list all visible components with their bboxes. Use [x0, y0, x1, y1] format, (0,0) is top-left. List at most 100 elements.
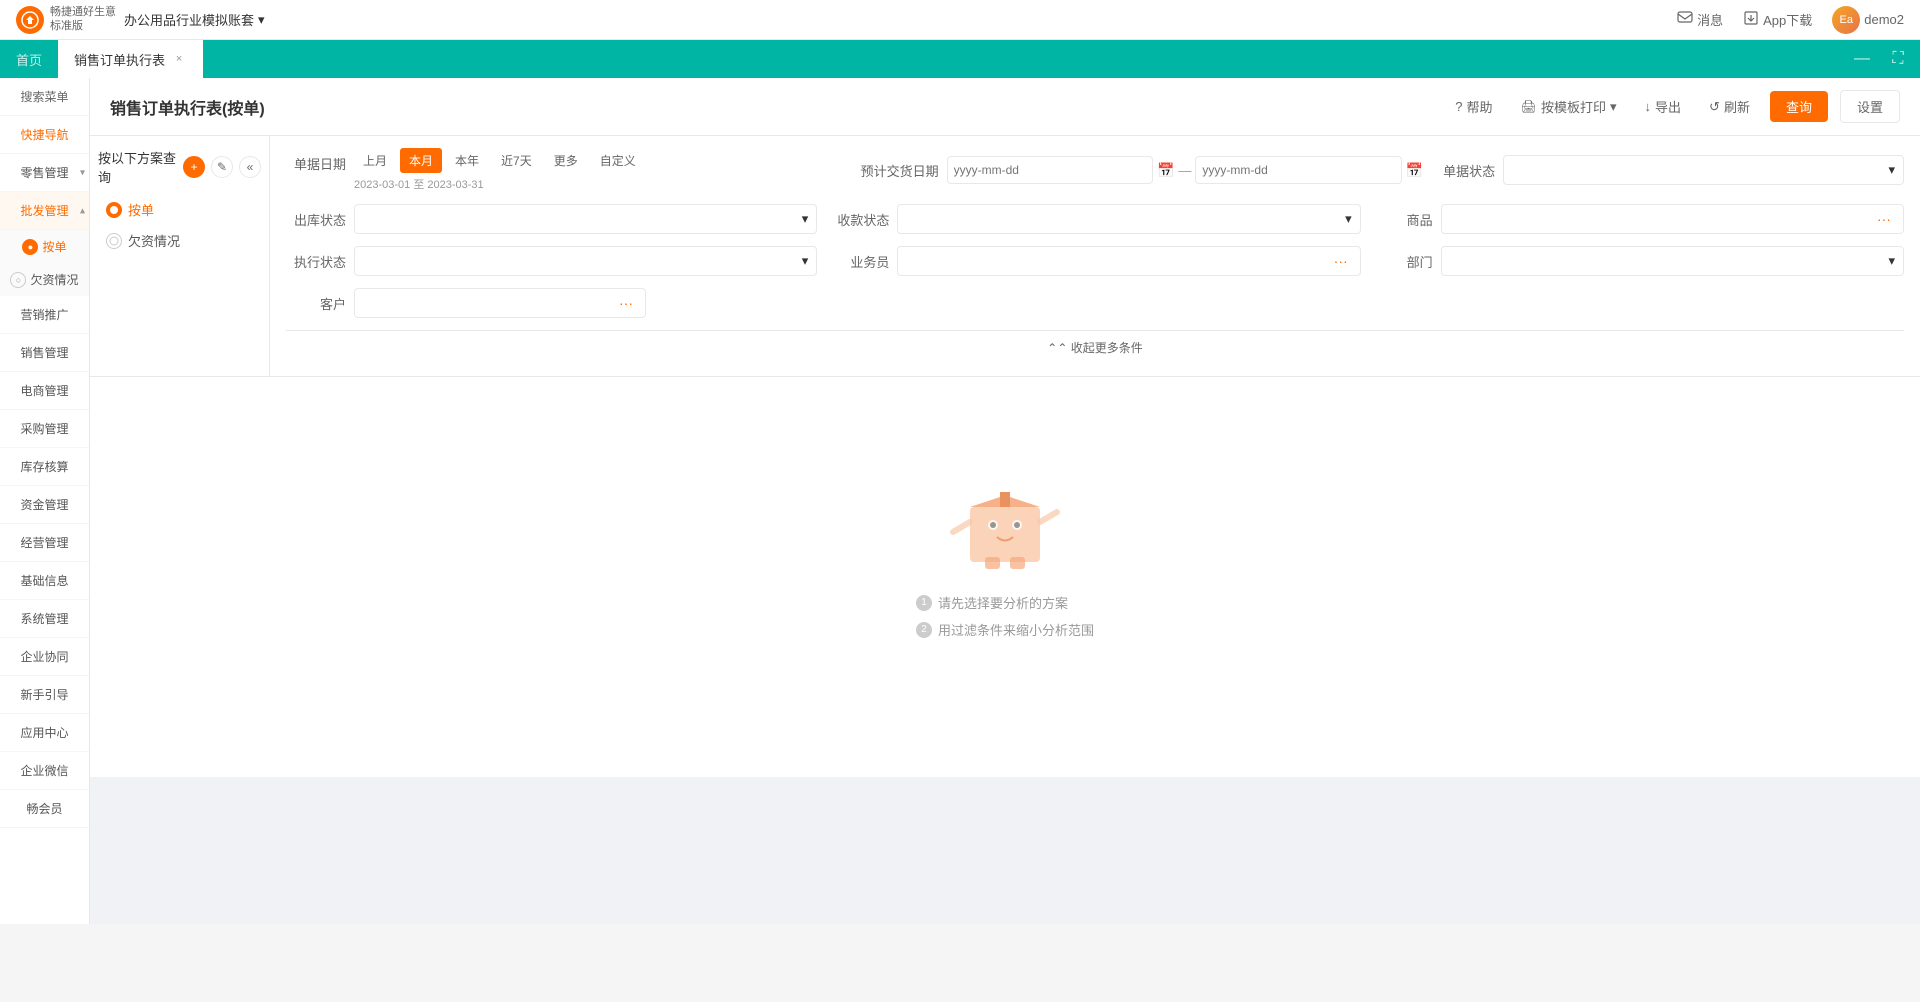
sidebar-item-enterprise[interactable]: 企业协同: [0, 638, 89, 676]
message-icon: [1677, 10, 1693, 29]
nav-inactive-dot: [106, 233, 122, 249]
header-left: 畅捷通好生意 标准版 办公用品行业模拟账套 ▾: [16, 6, 265, 34]
filter-panel: 按以下方案查询 + ✎ « 按单 欠资情况: [90, 136, 1920, 377]
expected-date-to[interactable]: [1195, 156, 1401, 184]
sidebar-quick-nav[interactable]: 快捷导航: [0, 116, 89, 154]
settings-button[interactable]: 设置: [1840, 90, 1900, 123]
tab-close-icon[interactable]: ×: [171, 51, 187, 67]
sidebar-item-finance[interactable]: 资金管理: [0, 486, 89, 524]
inactive-dot: ○: [10, 272, 26, 288]
expected-date-field: 预计交货日期 📅 — 📅: [861, 156, 1424, 184]
filter-nav-arrears[interactable]: 欠资情况: [98, 225, 261, 256]
doc-status-select[interactable]: ▾: [1503, 155, 1904, 185]
salesperson-input-area[interactable]: ···: [897, 246, 1360, 276]
header-right: 消息 App下载 Ea demo2: [1677, 6, 1904, 34]
edit-scheme-button[interactable]: ✎: [211, 156, 233, 178]
doc-status-field: 单据状态 ▾: [1435, 155, 1904, 185]
filter-left: 按以下方案查询 + ✎ « 按单 欠资情况: [90, 136, 270, 376]
refresh-button[interactable]: ↺ 刷新: [1701, 93, 1758, 120]
customer-input-area[interactable]: ···: [354, 288, 646, 318]
sidebar-item-basic[interactable]: 基础信息: [0, 562, 89, 600]
select-chevron-icon2: ▾: [802, 211, 809, 227]
date-field: 单据日期 上月 本月 本年 近7天 更多 自定义 2023-03-01 至 20…: [286, 148, 849, 192]
customer-more-icon[interactable]: ···: [615, 295, 637, 311]
sidebar-item-newbie[interactable]: 新手引导: [0, 676, 89, 714]
print-button[interactable]: 🖨 按模板打印 ▾: [1512, 93, 1624, 120]
filter-nav-press[interactable]: 按单: [98, 194, 261, 225]
add-scheme-button[interactable]: +: [183, 156, 205, 178]
sidebar-item-corp-wechat[interactable]: 企业微信: [0, 752, 89, 790]
logo-area: 畅捷通好生意 标准版: [16, 6, 116, 34]
empty-state: 1 请先选择要分析的方案 2 用过滤条件来缩小分析范围: [90, 377, 1920, 719]
date-last-month[interactable]: 上月: [354, 148, 396, 173]
empty-hints: 1 请先选择要分析的方案 2 用过滤条件来缩小分析范围: [916, 593, 1094, 639]
tab-sales-exec[interactable]: 销售订单执行表 ×: [58, 40, 203, 78]
salesperson-more-icon[interactable]: ···: [1330, 253, 1352, 269]
download-icon: [1743, 10, 1759, 29]
minimize-icon[interactable]: —: [1848, 45, 1876, 73]
calendar-icon-from[interactable]: 📅: [1157, 162, 1174, 179]
sidebar-item-sales-mgr[interactable]: 销售管理: [0, 334, 89, 372]
sidebar-sub-arrears[interactable]: ○ 欠资情况: [0, 263, 89, 296]
sidebar-item-members[interactable]: 畅会员: [0, 790, 89, 828]
date-buttons: 上月 本月 本年 近7天 更多 自定义: [354, 148, 849, 173]
empty-hint-1: 1 请先选择要分析的方案: [916, 593, 1094, 612]
sidebar: 搜索菜单 快捷导航 零售管理 ▾ 批发管理 ▴ ● 按单 ○ 欠资情况 营销推广…: [0, 78, 90, 924]
sidebar-sub-press-list[interactable]: ● 按单: [0, 230, 89, 263]
date-more[interactable]: 更多: [545, 148, 587, 173]
sidebar-item-appstore[interactable]: 应用中心: [0, 714, 89, 752]
help-button[interactable]: ? 帮助: [1447, 93, 1500, 120]
empty-hint-2: 2 用过滤条件来缩小分析范围: [916, 620, 1094, 639]
dept-field: 部门 ▾: [1373, 246, 1904, 276]
date-7days[interactable]: 近7天: [492, 148, 541, 173]
user-profile[interactable]: Ea demo2: [1832, 6, 1904, 34]
sidebar-item-inventory[interactable]: 库存核算: [0, 448, 89, 486]
logo-text: 畅捷通好生意 标准版: [50, 6, 116, 32]
dept-select[interactable]: ▾: [1441, 246, 1904, 276]
date-this-month[interactable]: 本月: [400, 148, 442, 173]
date-this-year[interactable]: 本年: [446, 148, 488, 173]
calendar-icon-to[interactable]: 📅: [1406, 162, 1423, 179]
page-header: 销售订单执行表(按单) ? 帮助 🖨 按模板打印 ▾ ↓ 导出 ↺ 刷新 查询 …: [90, 78, 1920, 136]
sidebar-item-operation[interactable]: 经营管理: [0, 524, 89, 562]
chevron-down-icon: ▾: [258, 12, 265, 28]
main-content: 销售订单执行表(按单) ? 帮助 🖨 按模板打印 ▾ ↓ 导出 ↺ 刷新 查询 …: [90, 78, 1920, 924]
payment-status-select[interactable]: ▾: [897, 204, 1360, 234]
export-button[interactable]: ↓ 导出: [1637, 93, 1690, 120]
results-area: 1 请先选择要分析的方案 2 用过滤条件来缩小分析范围: [90, 377, 1920, 777]
collapse-btn[interactable]: ⌃⌃ 收起更多条件: [286, 330, 1904, 364]
ship-status-select[interactable]: ▾: [354, 204, 817, 234]
collapse-left-button[interactable]: «: [239, 156, 261, 178]
sidebar-item-wholesale[interactable]: 批发管理 ▴: [0, 192, 89, 230]
exec-status-select[interactable]: ▾: [354, 246, 817, 276]
sidebar-item-purchase[interactable]: 采购管理: [0, 410, 89, 448]
maximize-icon[interactable]: ⛶: [1884, 45, 1912, 73]
top-header: 畅捷通好生意 标准版 办公用品行业模拟账套 ▾ 消息: [0, 0, 1920, 40]
sidebar-item-retail[interactable]: 零售管理 ▾: [0, 154, 89, 192]
chevron-up-icon: ▴: [80, 205, 85, 216]
product-more-icon[interactable]: ···: [1873, 211, 1895, 227]
select-chevron-icon3: ▾: [1345, 211, 1352, 227]
filter-form: 单据日期 上月 本月 本年 近7天 更多 自定义 2023-03-01 至 20…: [270, 136, 1920, 376]
empty-illustration: [945, 457, 1065, 577]
customer-field: 客户 ···: [286, 288, 646, 318]
date-custom[interactable]: 自定义: [591, 148, 645, 173]
refresh-icon: ↺: [1709, 99, 1720, 115]
message-action[interactable]: 消息: [1677, 10, 1723, 29]
query-button[interactable]: 查询: [1770, 91, 1828, 122]
product-input-area[interactable]: ···: [1441, 204, 1904, 234]
sidebar-item-marketing[interactable]: 营销推广: [0, 296, 89, 334]
expected-date-from[interactable]: [947, 156, 1153, 184]
app-selector[interactable]: 办公用品行业模拟账套 ▾: [124, 10, 265, 29]
filter-row-3: 执行状态 ▾ 业务员 ··· 部门 ▾: [286, 246, 1904, 276]
sidebar-item-ecommerce[interactable]: 电商管理: [0, 372, 89, 410]
filter-row-1: 单据日期 上月 本月 本年 近7天 更多 自定义 2023-03-01 至 20…: [286, 148, 1904, 192]
sidebar-search[interactable]: 搜索菜单: [0, 78, 89, 116]
page-title: 销售订单执行表(按单): [110, 95, 265, 119]
tab-home[interactable]: 首页: [0, 40, 58, 78]
app-download-action[interactable]: App下载: [1743, 10, 1812, 29]
select-chevron-icon: ▾: [1888, 162, 1895, 178]
collapse-icon: ⌃⌃: [1047, 341, 1067, 355]
sidebar-item-system[interactable]: 系统管理: [0, 600, 89, 638]
nav-active-dot: [106, 202, 122, 218]
